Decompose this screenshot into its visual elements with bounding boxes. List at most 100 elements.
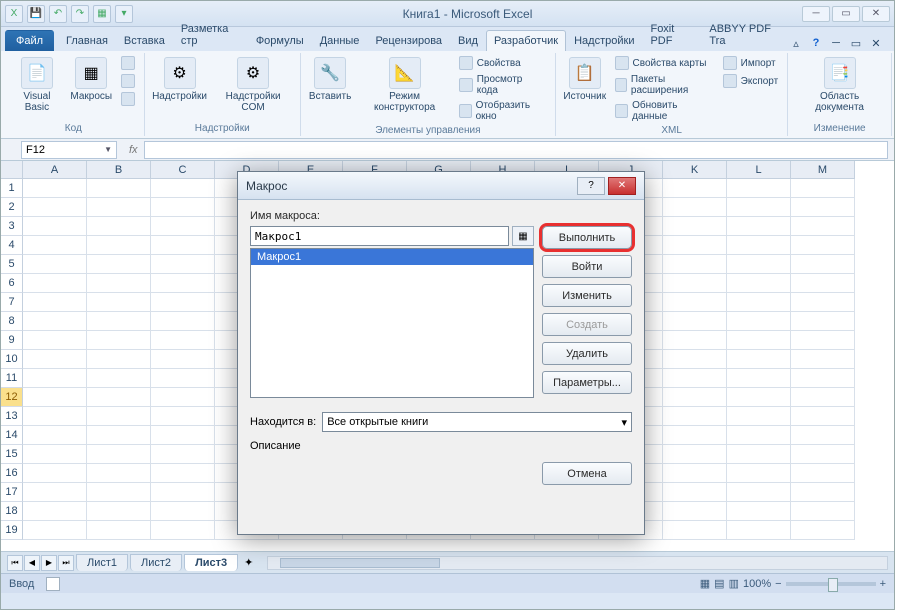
cell[interactable] [791, 217, 855, 236]
tab-file[interactable]: Файл [5, 30, 54, 51]
save-icon[interactable]: 💾 [27, 5, 45, 23]
zoom-in-icon[interactable]: + [880, 578, 886, 590]
row-header[interactable]: 14 [1, 426, 23, 445]
cell[interactable] [87, 293, 151, 312]
cell[interactable] [23, 198, 87, 217]
tab-pagelayout[interactable]: Разметка стр [173, 18, 248, 51]
row-header[interactable]: 16 [1, 464, 23, 483]
cell[interactable] [87, 388, 151, 407]
cell[interactable] [791, 407, 855, 426]
sheet-tab-3[interactable]: Лист3 [184, 554, 238, 571]
column-header[interactable]: A [23, 161, 87, 178]
cell[interactable] [727, 350, 791, 369]
tab-review[interactable]: Рецензирова [367, 30, 450, 51]
cell[interactable] [727, 483, 791, 502]
row-header[interactable]: 12 [1, 388, 23, 407]
cell[interactable] [791, 331, 855, 350]
row-header[interactable]: 11 [1, 369, 23, 388]
help-icon[interactable]: ? [808, 35, 824, 51]
cell[interactable] [791, 236, 855, 255]
cell[interactable] [151, 293, 215, 312]
row-header[interactable]: 7 [1, 293, 23, 312]
cell[interactable] [151, 350, 215, 369]
cell[interactable] [791, 179, 855, 198]
row-header[interactable]: 6 [1, 274, 23, 293]
cell[interactable] [663, 350, 727, 369]
cell[interactable] [151, 217, 215, 236]
cancel-button[interactable]: Отмена [542, 462, 632, 485]
cell[interactable] [87, 407, 151, 426]
sheet-tab-1[interactable]: Лист1 [76, 554, 128, 571]
minimize-button[interactable]: ─ [802, 6, 830, 22]
cell[interactable] [791, 293, 855, 312]
cell[interactable] [727, 198, 791, 217]
cell[interactable] [87, 445, 151, 464]
cell[interactable] [727, 464, 791, 483]
cell[interactable] [87, 426, 151, 445]
step-into-button[interactable]: Войти [542, 255, 632, 278]
cell[interactable] [663, 426, 727, 445]
addins-button[interactable]: ⚙Надстройки [151, 55, 209, 104]
row-header[interactable]: 19 [1, 521, 23, 540]
macro-list-item[interactable]: Макрос1 [251, 249, 533, 265]
cell[interactable] [791, 445, 855, 464]
cell[interactable] [151, 464, 215, 483]
cell[interactable] [663, 502, 727, 521]
cell[interactable] [23, 369, 87, 388]
sheet-nav-next-icon[interactable]: ▶ [41, 555, 57, 571]
run-button[interactable]: Выполнить [542, 226, 632, 249]
cell[interactable] [23, 274, 87, 293]
properties-item[interactable]: Свойства [456, 55, 549, 71]
excel-icon[interactable]: X [5, 5, 23, 23]
cell[interactable] [151, 179, 215, 198]
cell[interactable] [663, 388, 727, 407]
row-header[interactable]: 9 [1, 331, 23, 350]
cell[interactable] [23, 179, 87, 198]
cell[interactable] [87, 483, 151, 502]
cell[interactable] [23, 464, 87, 483]
cell[interactable] [23, 483, 87, 502]
cell[interactable] [23, 521, 87, 540]
import-item[interactable]: Импорт [720, 55, 782, 71]
cell[interactable] [727, 293, 791, 312]
cell[interactable] [727, 236, 791, 255]
zoom-out-icon[interactable]: − [775, 578, 781, 590]
row-header[interactable]: 1 [1, 179, 23, 198]
cell[interactable] [23, 293, 87, 312]
cell[interactable] [23, 331, 87, 350]
cell[interactable] [727, 502, 791, 521]
cell[interactable] [87, 236, 151, 255]
cell[interactable] [727, 426, 791, 445]
cell[interactable] [151, 312, 215, 331]
row-header[interactable]: 17 [1, 483, 23, 502]
tab-addins[interactable]: Надстройки [566, 30, 642, 51]
cell[interactable] [23, 350, 87, 369]
cell[interactable] [151, 388, 215, 407]
cell[interactable] [151, 521, 215, 540]
run-dialog-item[interactable]: Отобразить окно [456, 99, 549, 123]
source-button[interactable]: 📋Источник [562, 55, 608, 104]
column-header[interactable]: C [151, 161, 215, 178]
record-macro-item[interactable] [118, 55, 138, 71]
row-header[interactable]: 8 [1, 312, 23, 331]
options-button[interactable]: Параметры... [542, 371, 632, 394]
cell[interactable] [663, 331, 727, 350]
cell[interactable] [23, 217, 87, 236]
cell[interactable] [87, 502, 151, 521]
cell[interactable] [87, 350, 151, 369]
export-item[interactable]: Экспорт [720, 73, 782, 89]
row-header[interactable]: 4 [1, 236, 23, 255]
cell[interactable] [151, 407, 215, 426]
cell[interactable] [791, 502, 855, 521]
cell[interactable] [23, 502, 87, 521]
dialog-help-button[interactable]: ? [577, 177, 605, 195]
minimize-ribbon-icon[interactable]: ▵ [788, 35, 804, 51]
cell[interactable] [23, 312, 87, 331]
tab-insert[interactable]: Вставка [116, 30, 173, 51]
qat-item-icon[interactable]: ▦ [93, 5, 111, 23]
cell[interactable] [663, 274, 727, 293]
cell[interactable] [663, 369, 727, 388]
cell[interactable] [663, 483, 727, 502]
qat-dropdown-icon[interactable]: ▾ [115, 5, 133, 23]
close-button[interactable]: ✕ [862, 6, 890, 22]
